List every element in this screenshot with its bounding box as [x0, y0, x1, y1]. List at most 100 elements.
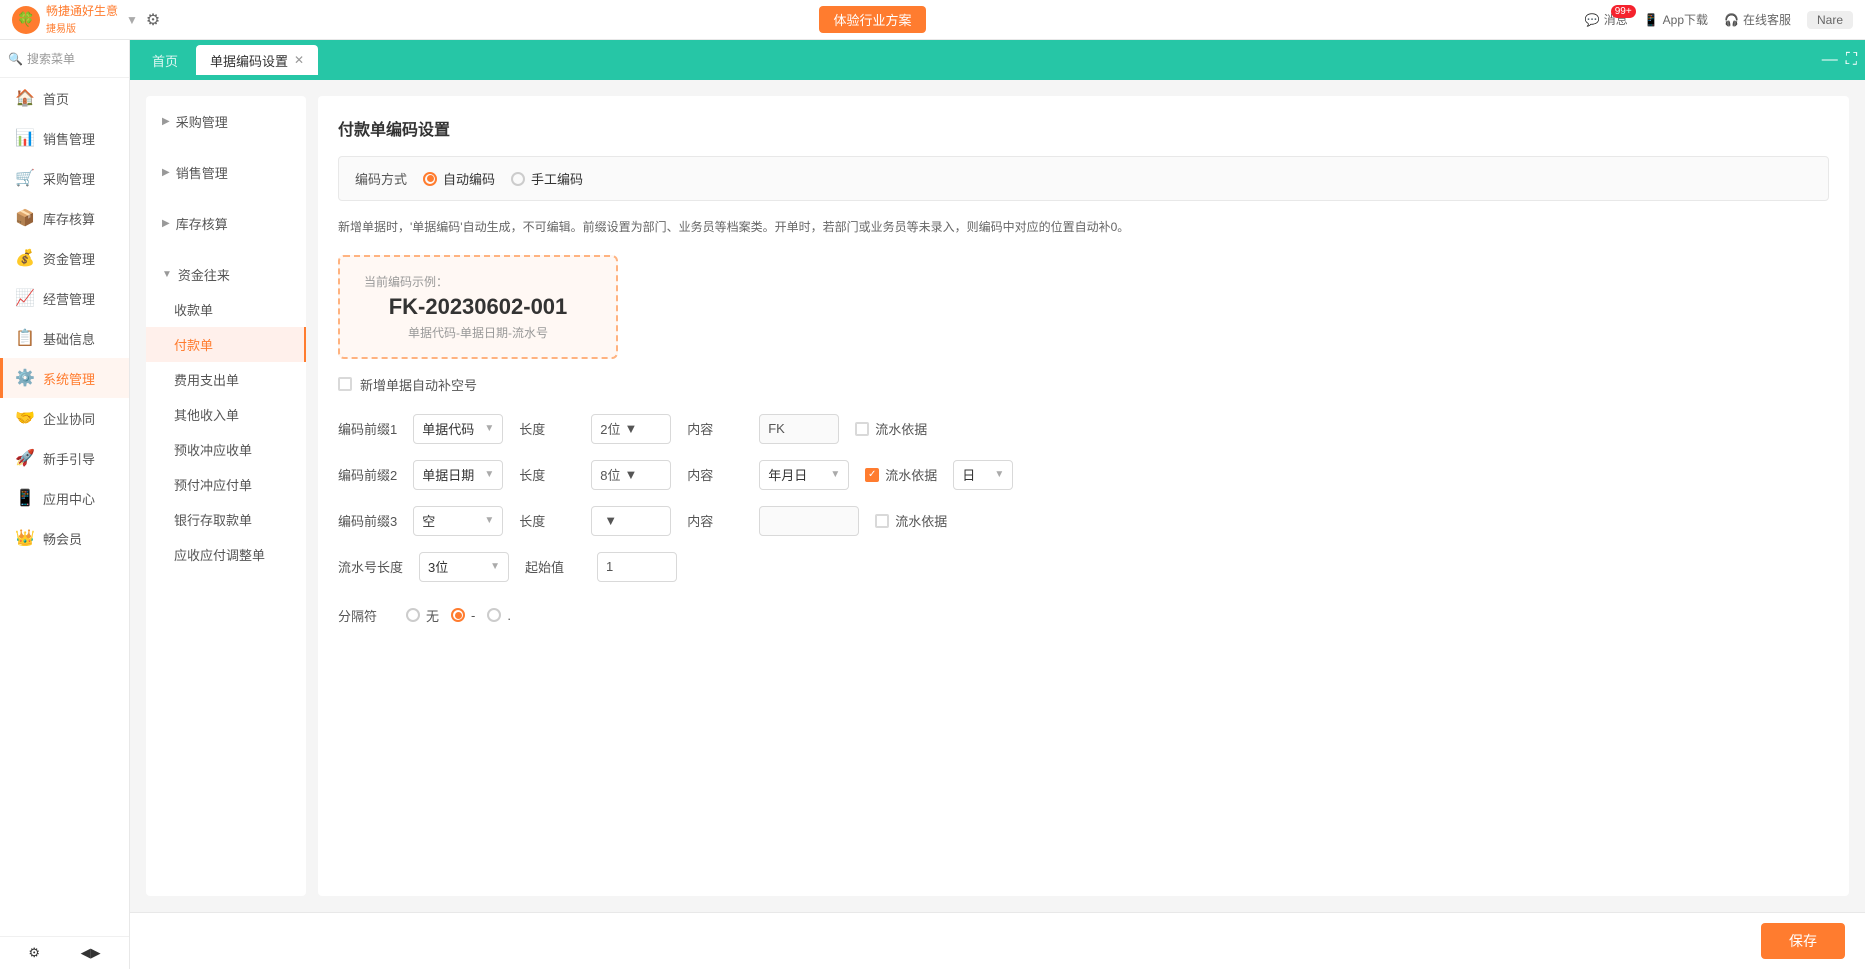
message-badge: 99+: [1611, 5, 1636, 18]
tab-serial-settings-label: 单据编码设置: [210, 51, 288, 70]
page-layout: ▶ 采购管理 ▶ 销售管理 ▶ 库存核算: [146, 96, 1849, 896]
serial-check-2[interactable]: 流水依据: [865, 465, 937, 484]
sub-nav-item-bank[interactable]: 银行存取款单: [146, 502, 306, 537]
length2-value: 8位: [600, 465, 620, 484]
sidebar-item-system[interactable]: ⚙️ 系统管理: [0, 358, 129, 398]
app-download-btn[interactable]: 📱 App下载: [1644, 11, 1708, 28]
content3-label: 内容: [687, 511, 743, 530]
start-value-input[interactable]: 1: [597, 552, 677, 582]
form-section: 编码前缀1 单据代码 ▼ 长度 2位 ▼ 内容: [338, 414, 1829, 625]
example-label: 当前编码示例：: [364, 273, 592, 290]
service-icon: 🎧: [1724, 13, 1739, 27]
inventory-icon: 📦: [15, 208, 35, 228]
sidebar-item-operations[interactable]: 📈 经营管理: [0, 278, 129, 318]
auto-encode-radio[interactable]: 自动编码: [423, 169, 495, 188]
sidebar-item-sales[interactable]: 📊 销售管理: [0, 118, 129, 158]
form-row-3: 编码前缀3 空 ▼ 长度 ▼ 内容: [338, 506, 1829, 536]
collapse-icon[interactable]: ◀▶: [81, 945, 101, 961]
serial-check-1[interactable]: 流水依据: [855, 419, 927, 438]
tab-home-label: 首页: [152, 51, 178, 70]
sidebar-label-member: 畅会员: [43, 529, 82, 548]
tab-expand-icon[interactable]: ⛶: [1846, 51, 1857, 69]
sub-nav-item-adjustment[interactable]: 应收应付调整单: [146, 537, 306, 572]
tab-bar: 首页 单据编码设置 ✕ — ⛶: [130, 40, 1865, 80]
sub-nav-item-pre-receipt[interactable]: 预收冲应收单: [146, 432, 306, 467]
sub-nav-header-inventory[interactable]: ▶ 库存核算: [146, 206, 306, 241]
length1-box: 2位 ▼: [591, 414, 671, 444]
nav-chevron-icon[interactable]: ▼: [126, 13, 138, 27]
tab-serial-settings[interactable]: 单据编码设置 ✕: [196, 45, 318, 75]
sub-nav-item-payment[interactable]: 付款单: [146, 327, 306, 362]
sidebar-item-guide[interactable]: 🚀 新手引导: [0, 438, 129, 478]
tab-close-icon[interactable]: ✕: [294, 53, 304, 67]
content2-select[interactable]: 年月日 ▼: [759, 460, 849, 490]
content-area: ▶ 采购管理 ▶ 销售管理 ▶ 库存核算: [130, 80, 1865, 912]
manual-encode-radio[interactable]: 手工编码: [511, 169, 583, 188]
sub-nav-group-inventory: ▶ 库存核算: [146, 198, 306, 249]
sidebar-item-finance[interactable]: 💰 资金管理: [0, 238, 129, 278]
sub-nav-header-purchase[interactable]: ▶ 采购管理: [146, 104, 306, 139]
sidebar-item-app-center[interactable]: 📱 应用中心: [0, 478, 129, 518]
sep-dash-radio[interactable]: -: [451, 608, 475, 623]
sidebar-label-app-center: 应用中心: [43, 489, 95, 508]
prefix2-label: 编码前缀2: [338, 465, 397, 484]
length2-label: 长度: [519, 465, 575, 484]
serial-check-3[interactable]: 流水依据: [875, 511, 947, 530]
sidebar-label-inventory: 库存核算: [43, 209, 95, 228]
serial-unit-select[interactable]: 日 ▼: [953, 460, 1013, 490]
sub-nav-header-sales[interactable]: ▶ 销售管理: [146, 155, 306, 190]
settings-icon[interactable]: ⚙: [146, 10, 160, 30]
sidebar-search[interactable]: 🔍 搜索菜单: [0, 40, 129, 78]
sep-none-radio[interactable]: 无: [406, 606, 439, 625]
sidebar-item-purchase[interactable]: 🛒 采购管理: [0, 158, 129, 198]
system-icon: ⚙️: [15, 368, 35, 388]
industry-btn[interactable]: 体验行业方案: [819, 6, 925, 33]
bottom-bar: 保存: [130, 912, 1865, 969]
sub-nav-header-capital[interactable]: ▼ 资金往来: [146, 257, 306, 292]
enterprise-icon: 🤝: [15, 408, 35, 428]
sep-dot-radio[interactable]: .: [487, 608, 511, 623]
encode-radio-group: 自动编码 手工编码: [423, 169, 583, 188]
example-box: 当前编码示例： FK-20230602-001 单据代码-单据日期-流水号: [338, 255, 618, 359]
sub-nav-item-other-income[interactable]: 其他收入单: [146, 397, 306, 432]
content3-box: [759, 506, 859, 536]
sep-dot-circle: [487, 608, 501, 622]
prefix3-value: 空: [422, 511, 435, 530]
logo-text: 畅捷通好生意: [46, 4, 118, 20]
message-btn[interactable]: 💬 消息 99+: [1585, 11, 1628, 28]
serial-length-select[interactable]: 3位 ▼: [419, 552, 509, 582]
prefix3-select[interactable]: 空 ▼: [413, 506, 503, 536]
sidebar-item-basic[interactable]: 📋 基础信息: [0, 318, 129, 358]
length3-box: ▼: [591, 506, 671, 536]
serial-length-label: 流水号长度: [338, 557, 403, 576]
auto-fill-checkbox[interactable]: [338, 377, 352, 391]
serial-length-row: 流水号长度 3位 ▼ 起始值 1: [338, 552, 1829, 582]
length3-label: 长度: [519, 511, 575, 530]
logo-sub: 捷易版: [46, 20, 118, 35]
settings-bottom-icon[interactable]: ⚙: [28, 945, 40, 961]
form-row-2: 编码前缀2 单据日期 ▼ 长度 8位 ▼ 内容: [338, 460, 1829, 490]
separator-row: 分隔符 无 - .: [338, 606, 1829, 625]
prefix1-select[interactable]: 单据代码 ▼: [413, 414, 503, 444]
sidebar-label-system: 系统管理: [43, 369, 95, 388]
tab-home[interactable]: 首页: [138, 45, 192, 75]
prefix2-chevron-icon: ▼: [484, 469, 494, 480]
main-panel: 付款单编码设置 编码方式 自动编码 手工编码: [318, 96, 1849, 896]
sidebar-item-enterprise[interactable]: 🤝 企业协同: [0, 398, 129, 438]
sub-nav-item-expense[interactable]: 费用支出单: [146, 362, 306, 397]
online-service-btn[interactable]: 🎧 在线客服: [1724, 11, 1791, 28]
sidebar-item-inventory[interactable]: 📦 库存核算: [0, 198, 129, 238]
manual-encode-circle: [511, 172, 525, 186]
content2-value: 年月日: [768, 465, 807, 484]
save-button[interactable]: 保存: [1761, 923, 1845, 959]
sub-nav-item-receipt[interactable]: 收款单: [146, 292, 306, 327]
user-avatar[interactable]: Nare: [1807, 11, 1853, 29]
tab-minimize-icon[interactable]: —: [1822, 51, 1838, 69]
arrow-purchase-icon: ▶: [162, 116, 170, 127]
sub-nav-item-pre-payment[interactable]: 预付冲应付单: [146, 467, 306, 502]
sub-nav-group-capital: ▼ 资金往来 收款单 付款单 费用支出单 其他收入单 预收冲应收单 预付冲应付单…: [146, 249, 306, 580]
message-icon: 💬: [1585, 13, 1600, 27]
prefix2-select[interactable]: 单据日期 ▼: [413, 460, 503, 490]
sidebar-item-home[interactable]: 🏠 首页: [0, 78, 129, 118]
sidebar-item-member[interactable]: 👑 畅会员: [0, 518, 129, 558]
